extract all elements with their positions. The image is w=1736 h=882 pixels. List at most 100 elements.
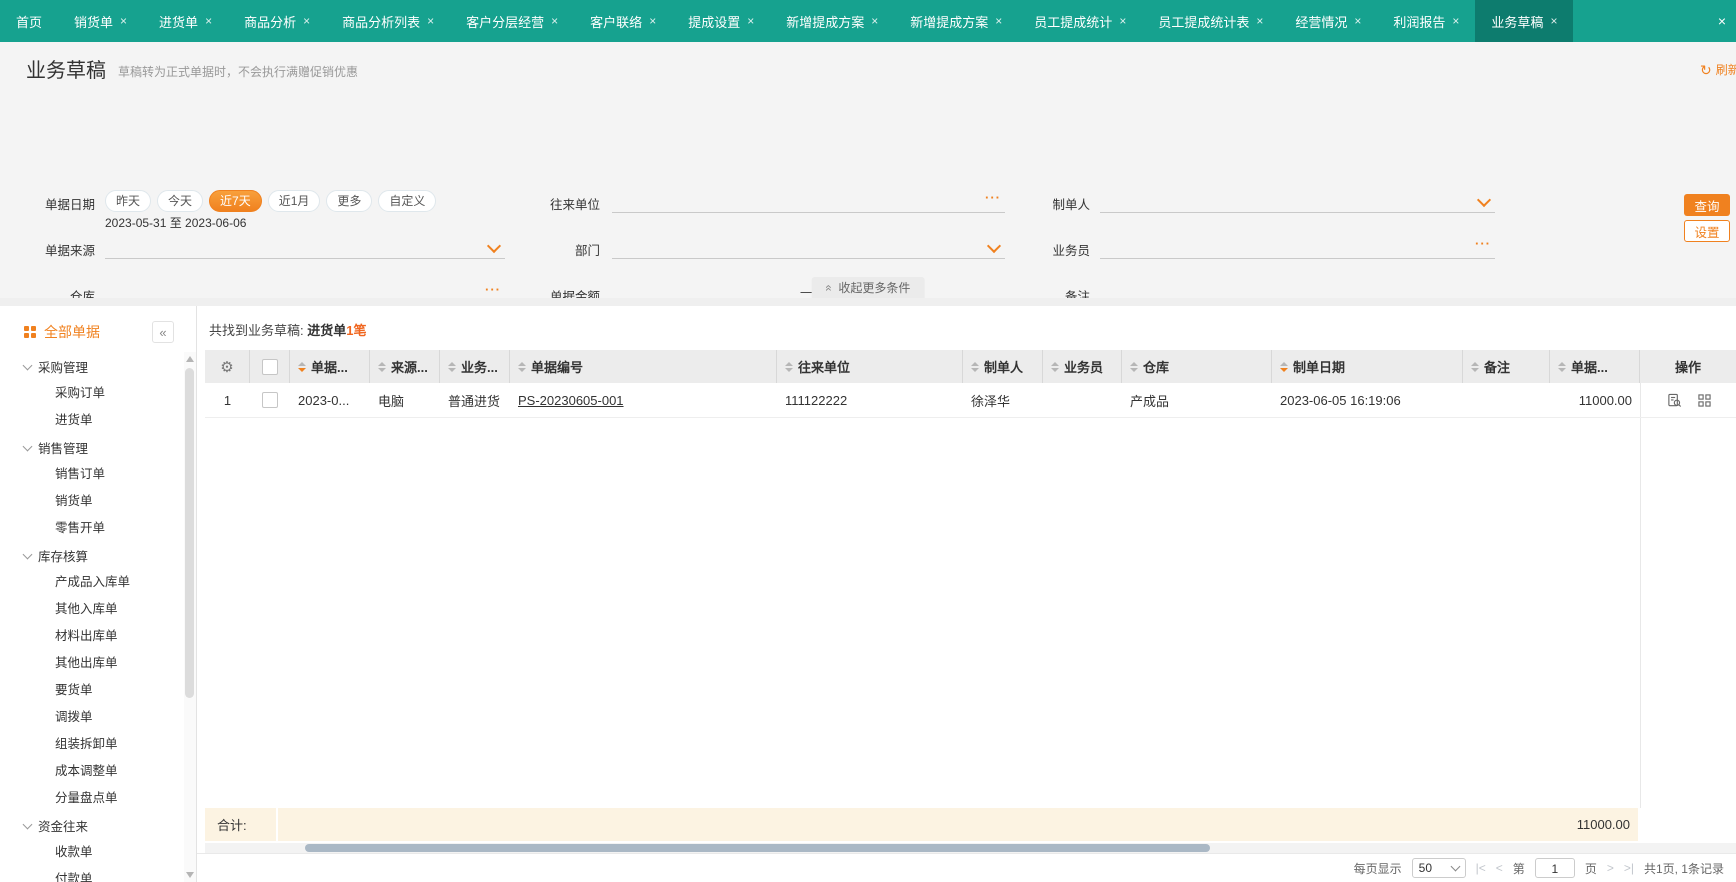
quick-last-month[interactable]: 近1月 [267, 190, 321, 212]
sidebar-item-payment[interactable]: 付款单 [0, 866, 196, 882]
select-all-checkbox[interactable] [261, 358, 278, 375]
quick-custom[interactable]: 自定义 [378, 190, 437, 212]
row-checkbox[interactable] [262, 392, 278, 408]
close-icon[interactable]: × [1550, 14, 1557, 28]
sort-icon[interactable] [448, 361, 456, 372]
chevron-down-icon[interactable] [986, 238, 1002, 254]
ellipsis-icon[interactable]: ··· [985, 190, 1001, 205]
sort-icon[interactable] [971, 361, 979, 372]
collapse-filters-button[interactable]: « 收起更多条件 [811, 277, 925, 298]
col-amount[interactable]: 单据... [1550, 350, 1640, 383]
sidebar-item-sales-order[interactable]: 销售订单 [0, 461, 196, 488]
sidebar-item-purchase-order[interactable]: 采购订单 [0, 380, 196, 407]
tab-business-draft[interactable]: 业务草稿 × [1475, 0, 1574, 42]
close-icon[interactable]: × [747, 14, 754, 28]
sidebar-item-stocktake[interactable]: 分量盘点单 [0, 785, 196, 812]
sidebar-item-sales-invoice[interactable]: 销货单 [0, 488, 196, 515]
col-created-at[interactable]: 制单日期 [1272, 350, 1463, 383]
sidebar-group-purchase[interactable]: 采购管理 [0, 353, 196, 380]
close-all-tabs-icon[interactable]: × [1708, 0, 1736, 42]
sort-icon[interactable] [1471, 361, 1479, 372]
tab-home[interactable]: 首页 [0, 0, 58, 42]
sidebar-item-purchase-receipt[interactable]: 进货单 [0, 407, 196, 434]
sidebar-scrollbar[interactable] [184, 352, 196, 882]
next-page-button[interactable]: > [1607, 861, 1614, 875]
tab-purchase-receipt[interactable]: 进货单 × [143, 0, 228, 42]
ellipsis-icon[interactable]: ··· [1475, 236, 1491, 251]
col-salesman[interactable]: 业务员 [1043, 350, 1122, 383]
sidebar-item-goods-request[interactable]: 要货单 [0, 677, 196, 704]
salesman-input[interactable]: ··· [1100, 232, 1495, 259]
col-doc-date[interactable]: 单据... [290, 350, 370, 383]
sidebar-item-other-out[interactable]: 其他出库单 [0, 650, 196, 677]
close-icon[interactable]: × [205, 14, 212, 28]
grid-more-icon[interactable] [1697, 393, 1711, 407]
sort-icon[interactable] [1558, 361, 1566, 372]
quick-last7days[interactable]: 近7天 [209, 190, 262, 212]
close-icon[interactable]: × [120, 14, 127, 28]
sort-icon[interactable] [378, 361, 386, 372]
horizontal-scrollbar-thumb[interactable] [305, 844, 1210, 852]
tab-sales-invoice[interactable]: 销货单 × [58, 0, 143, 42]
col-doc-no[interactable]: 单据编号 [510, 350, 777, 383]
sidebar-collapse-icon[interactable]: « [152, 321, 174, 343]
department-input[interactable] [612, 232, 1005, 259]
source-input[interactable] [105, 232, 505, 259]
query-button[interactable]: 查询 [1684, 194, 1730, 216]
close-icon[interactable]: × [551, 14, 558, 28]
last-page-button[interactable]: >| [1624, 861, 1634, 875]
tab-product-analysis[interactable]: 商品分析 × [228, 0, 326, 42]
scroll-down-icon[interactable] [186, 872, 194, 878]
sidebar-item-finished-goods-in[interactable]: 产成品入库单 [0, 569, 196, 596]
doc-no-link[interactable]: PS-20230605-001 [518, 393, 624, 408]
sidebar-item-retail-order[interactable]: 零售开单 [0, 515, 196, 542]
quick-today[interactable]: 今天 [157, 190, 204, 212]
sidebar-group-funds[interactable]: 资金往来 [0, 812, 196, 839]
column-settings-button[interactable]: ⚙ [205, 350, 250, 383]
refresh-button[interactable]: ↻ 刷新 [1700, 61, 1736, 78]
sidebar-item-transfer[interactable]: 调拨单 [0, 704, 196, 731]
sort-icon[interactable] [1280, 361, 1288, 372]
horizontal-scrollbar[interactable] [205, 843, 1736, 853]
tab-customer-segmentation[interactable]: 客户分层经营 × [450, 0, 574, 42]
sidebar-item-material-out[interactable]: 材料出库单 [0, 623, 196, 650]
first-page-button[interactable]: |< [1476, 861, 1486, 875]
tab-profit-report[interactable]: 利润报告 × [1377, 0, 1475, 42]
sort-icon[interactable] [785, 361, 793, 372]
ellipsis-icon[interactable]: ··· [485, 282, 501, 297]
settings-button[interactable]: 设置 [1684, 220, 1730, 242]
close-icon[interactable]: × [871, 14, 878, 28]
close-icon[interactable]: × [1452, 14, 1459, 28]
close-icon[interactable]: × [1256, 14, 1263, 28]
close-icon[interactable]: × [1119, 14, 1126, 28]
sort-icon[interactable] [518, 361, 526, 372]
sidebar-item-cost-adjust[interactable]: 成本调整单 [0, 758, 196, 785]
close-icon[interactable]: × [1354, 14, 1361, 28]
sort-icon[interactable] [1130, 361, 1138, 372]
close-icon[interactable]: × [995, 14, 1002, 28]
col-biz-type[interactable]: 业务... [440, 350, 510, 383]
creator-input[interactable] [1100, 186, 1495, 213]
tab-product-analysis-list[interactable]: 商品分析列表 × [326, 0, 450, 42]
chevron-down-icon[interactable] [1476, 192, 1492, 208]
sidebar-item-receipt[interactable]: 收款单 [0, 839, 196, 866]
quick-more[interactable]: 更多 [326, 190, 373, 212]
close-icon[interactable]: × [427, 14, 434, 28]
gear-icon[interactable]: ⚙ [220, 358, 233, 376]
table-row[interactable]: 1 2023-0... 电脑 普通进货 PS-20230605-001 1111… [205, 383, 1736, 418]
tab-new-commission-plan-1[interactable]: 新增提成方案 × [770, 0, 894, 42]
tab-staff-commission-stats[interactable]: 员工提成统计 × [1018, 0, 1142, 42]
tab-new-commission-plan-2[interactable]: 新增提成方案 × [894, 0, 1018, 42]
tab-commission-settings[interactable]: 提成设置 × [672, 0, 770, 42]
sidebar-group-sales[interactable]: 销售管理 [0, 434, 196, 461]
col-source[interactable]: 来源... [370, 350, 440, 383]
close-icon[interactable]: × [303, 14, 310, 28]
page-size-select[interactable]: 50 [1411, 858, 1466, 878]
chevron-down-icon[interactable] [486, 238, 502, 254]
col-creator[interactable]: 制单人 [963, 350, 1043, 383]
tab-business-status[interactable]: 经营情况 × [1279, 0, 1377, 42]
page-number-input[interactable]: 1 [1534, 858, 1575, 878]
quick-yesterday[interactable]: 昨天 [105, 190, 152, 212]
prev-page-button[interactable]: < [1496, 861, 1503, 875]
sidebar-item-assembly[interactable]: 组装拆卸单 [0, 731, 196, 758]
